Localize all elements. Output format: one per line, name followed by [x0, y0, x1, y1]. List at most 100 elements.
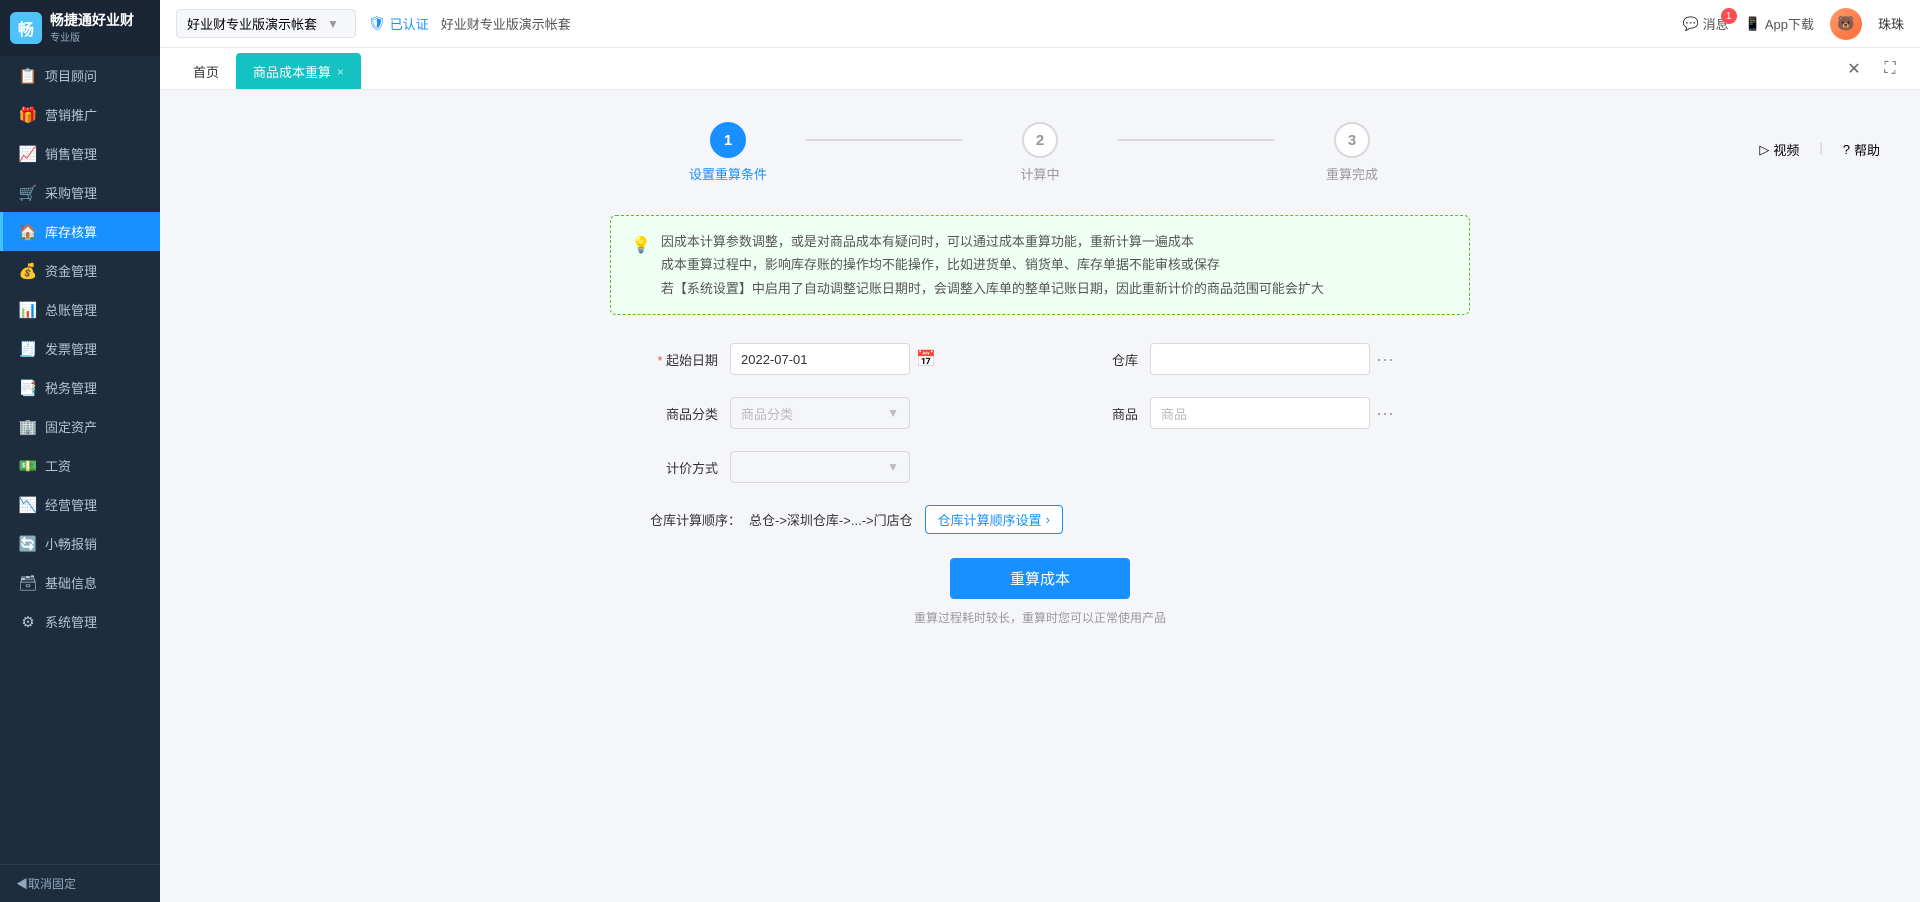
sidebar-item-gongzi[interactable]: 💵 工资 [0, 446, 160, 485]
sidebar-footer-unpin[interactable]: ◀取消固定 [0, 864, 160, 902]
form-row-2: 商品分类 商品分类 ▼ 商品 商品 [630, 397, 1450, 429]
sidebar-item-jingying[interactable]: 📉 经营管理 [0, 485, 160, 524]
app-download-button[interactable]: 📱 App下载 [1745, 14, 1814, 33]
form-section: 起始日期 📅 仓库 ··· [610, 343, 1470, 626]
message-button[interactable]: 💬 消息 1 [1682, 14, 1728, 33]
video-label: 视频 [1773, 140, 1799, 159]
video-link[interactable]: ▷ 视频 [1759, 140, 1799, 159]
play-icon: ▷ [1759, 142, 1769, 158]
sales-icon: 📈 [19, 145, 37, 163]
tax-icon: 📑 [19, 379, 37, 397]
close-tab-icon[interactable]: × [337, 65, 344, 79]
sidebar-item-xiaoshou[interactable]: 📈 销售管理 [0, 134, 160, 173]
tab-cost-recalc[interactable]: 商品成本重算 × [236, 53, 361, 89]
step-2-num: 2 [1036, 132, 1044, 149]
goods-input[interactable]: 商品 [1150, 397, 1370, 429]
sidebar-item-label: 固定资产 [45, 417, 97, 436]
recalc-button[interactable]: 重算成本 [950, 558, 1130, 599]
home-tab-label: 首页 [193, 62, 219, 81]
ledger-icon: 📊 [19, 301, 37, 319]
operation-icon: 📉 [19, 496, 37, 514]
pricing-label: 计价方式 [630, 458, 730, 477]
category-select[interactable]: 商品分类 ▼ [730, 397, 910, 429]
sidebar-item-fapiao[interactable]: 🧾 发票管理 [0, 329, 160, 368]
step-3-label: 重算完成 [1326, 164, 1378, 183]
sidebar-item-xiangmu[interactable]: 📋 项目顾问 [0, 56, 160, 95]
sidebar-item-xiaochangbaoxiao[interactable]: 🔄 小畅报销 [0, 524, 160, 563]
goods-input-wrap: 商品 ··· [1150, 397, 1450, 429]
warehouse-order-setting-button[interactable]: 仓库计算顺序设置 › [925, 505, 1063, 534]
goods-group: 商品 商品 ··· [1070, 397, 1450, 429]
sidebar-item-xitong[interactable]: ⚙ 系统管理 [0, 602, 160, 641]
sidebar-item-yingxiao[interactable]: 🎁 营销推广 [0, 95, 160, 134]
sidebar-item-zijin[interactable]: 💰 资金管理 [0, 251, 160, 290]
help-label: 帮助 [1854, 140, 1880, 159]
category-wrap: 商品分类 ▼ [730, 397, 1070, 429]
sidebar-item-gudingzichan[interactable]: 🏢 固定资产 [0, 407, 160, 446]
sidebar-item-kucun[interactable]: 🏠 库存核算 [0, 212, 160, 251]
category-placeholder: 商品分类 [741, 404, 793, 423]
help-link[interactable]: ? 帮助 [1843, 140, 1880, 159]
sidebar-item-label: 库存核算 [45, 222, 97, 241]
sidebar: 畅 畅捷通好业财 专业版 📋 项目顾问 🎁 营销推广 📈 销售管理 🛒 采购管理… [0, 0, 160, 902]
sidebar-item-label: 小畅报销 [45, 534, 97, 553]
unpin-label: ◀取消固定 [16, 875, 76, 892]
warehouse-input[interactable] [1150, 343, 1370, 375]
recalc-btn-label: 重算成本 [1010, 571, 1070, 588]
tabbar: 首页 商品成本重算 × ✕ ⛶ [160, 48, 1920, 90]
content-area: 1 设置重算条件 2 计算中 3 重算完成 [160, 90, 1920, 902]
goods-more-icon[interactable]: ··· [1376, 403, 1394, 424]
user-avatar[interactable]: 🐻 [1830, 8, 1862, 40]
step-3-num: 3 [1348, 132, 1356, 149]
form-row-3: 计价方式 ▼ [630, 451, 1450, 483]
sidebar-item-label: 资金管理 [45, 261, 97, 280]
sidebar-item-label: 总账管理 [45, 300, 97, 319]
step-1-circle: 1 [710, 122, 746, 158]
warehouse-more-icon[interactable]: ··· [1376, 349, 1394, 370]
salary-icon: 💵 [19, 457, 37, 475]
account-selector[interactable]: 好业财专业版演示帐套 ▼ [176, 9, 356, 38]
pricing-select[interactable]: ▼ [730, 451, 910, 483]
project-icon: 📋 [19, 67, 37, 85]
start-date-input[interactable] [730, 343, 910, 375]
sidebar-item-label: 营销推广 [45, 105, 97, 124]
warehouse-order-btn-label: 仓库计算顺序设置 [938, 510, 1042, 529]
topbar: 好业财专业版演示帐套 ▼ 🛡 已认证 好业财专业版演示帐套 💬 消息 1 📱 A… [160, 0, 1920, 48]
step-1: 1 设置重算条件 [650, 122, 806, 183]
sidebar-item-caigou[interactable]: 🛒 采购管理 [0, 173, 160, 212]
calendar-icon[interactable]: 📅 [916, 349, 936, 369]
sidebar-item-jichu[interactable]: 🗃 基础信息 [0, 563, 160, 602]
helper-links: ▷ 视频 | ? 帮助 [1759, 140, 1880, 159]
close-window-button[interactable]: ✕ [1840, 55, 1868, 83]
warehouse-order-row: 仓库计算顺序： 总仓->深圳仓库->...->门店仓 仓库计算顺序设置 › [630, 505, 1450, 534]
topbar-actions: 💬 消息 1 📱 App下载 🐻 珠珠 [1682, 8, 1904, 40]
purchase-icon: 🛒 [19, 184, 37, 202]
step-2-circle: 2 [1022, 122, 1058, 158]
step-3: 3 重算完成 [1274, 122, 1430, 183]
main-area: 好业财专业版演示帐套 ▼ 🛡 已认证 好业财专业版演示帐套 💬 消息 1 📱 A… [160, 0, 1920, 902]
tabbar-right-actions: ✕ ⛶ [1840, 55, 1904, 83]
avatar-icon: 🐻 [1837, 15, 1854, 32]
step-line-1 [806, 139, 962, 141]
notice-text: 因成本计算参数调整，或是对商品成本有疑问时，可以通过成本重算功能，重新计算一遍成… [661, 230, 1324, 300]
sidebar-item-label: 发票管理 [45, 339, 97, 358]
recalc-hint: 重算过程耗时较长，重算时您可以正常使用产品 [630, 609, 1450, 626]
step-2-label: 计算中 [1020, 164, 1059, 183]
start-date-label: 起始日期 [630, 350, 730, 369]
maximize-button[interactable]: ⛶ [1876, 55, 1904, 83]
sidebar-item-label: 项目顾问 [45, 66, 97, 85]
tab-home[interactable]: 首页 [176, 53, 236, 89]
warehouse-label: 仓库 [1070, 350, 1150, 369]
sidebar-item-shuiwu[interactable]: 📑 税务管理 [0, 368, 160, 407]
pricing-wrap: ▼ [730, 451, 1070, 483]
warehouse-order-value: 总仓->深圳仓库->...->门店仓 [749, 510, 913, 529]
sidebar-item-label: 工资 [45, 456, 71, 475]
base-info-icon: 🗃 [19, 574, 37, 592]
sidebar-item-label: 销售管理 [45, 144, 97, 163]
marketing-icon: 🎁 [19, 106, 37, 124]
step-1-label: 设置重算条件 [689, 164, 767, 183]
inventory-icon: 🏠 [19, 223, 37, 241]
sidebar-item-zongzhang[interactable]: 📊 总账管理 [0, 290, 160, 329]
sidebar-brand: 畅捷通好业财 专业版 [50, 12, 134, 44]
sidebar-header: 畅 畅捷通好业财 专业版 [0, 0, 160, 56]
